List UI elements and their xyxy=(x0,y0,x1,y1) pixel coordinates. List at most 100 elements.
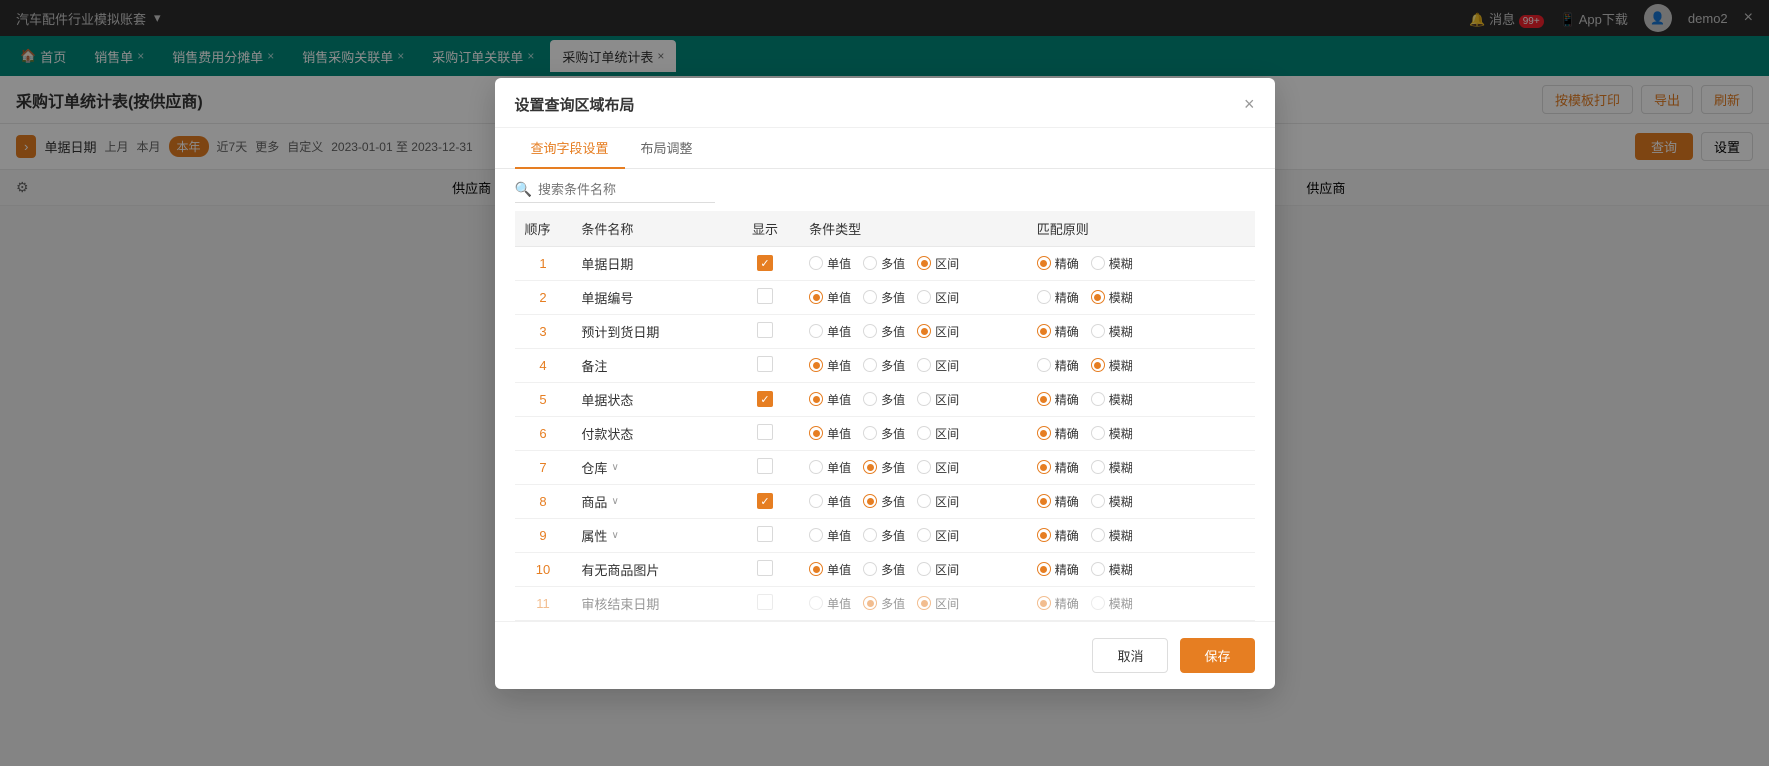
cell-display-7[interactable] xyxy=(731,484,799,518)
radio-fuzzy[interactable]: 模糊 xyxy=(1091,493,1133,510)
radio-range[interactable]: 区间 xyxy=(917,527,959,544)
checkbox-display-7[interactable] xyxy=(757,493,773,509)
radio-range-circle xyxy=(917,290,931,304)
radio-exact[interactable]: 精确 xyxy=(1037,323,1079,340)
radio-single[interactable]: 单值 xyxy=(809,527,851,544)
radio-multi[interactable]: 多值 xyxy=(863,323,905,340)
radio-multi-circle xyxy=(863,562,877,576)
radio-exact[interactable]: 精确 xyxy=(1037,425,1079,442)
radio-exact[interactable]: 精确 xyxy=(1037,459,1079,476)
radio-single[interactable]: 单值 xyxy=(809,391,851,408)
radio-range[interactable]: 区间 xyxy=(917,425,959,442)
modal-tab-query-fields[interactable]: 查询字段设置 xyxy=(515,128,625,169)
radio-fuzzy-label: 模糊 xyxy=(1109,561,1133,578)
radio-single[interactable]: 单值 xyxy=(809,255,851,272)
save-button[interactable]: 保存 xyxy=(1180,638,1254,673)
radio-range[interactable]: 区间 xyxy=(917,357,959,374)
checkbox-display-0[interactable] xyxy=(757,255,773,271)
radio-multi-circle xyxy=(863,358,877,372)
cell-display-10[interactable] xyxy=(731,586,799,620)
radio-multi[interactable]: 多值 xyxy=(863,391,905,408)
radio-multi[interactable]: 多值 xyxy=(863,527,905,544)
radio-exact[interactable]: 精确 xyxy=(1037,289,1079,306)
checkbox-display-2[interactable] xyxy=(757,322,773,338)
radio-single[interactable]: 单值 xyxy=(809,459,851,476)
radio-single[interactable]: 单值 xyxy=(809,289,851,306)
radio-exact[interactable]: 精确 xyxy=(1037,493,1079,510)
radio-multi[interactable]: 多值 xyxy=(863,357,905,374)
radio-range[interactable]: 区间 xyxy=(917,493,959,510)
cell-display-9[interactable] xyxy=(731,552,799,586)
cell-display-6[interactable] xyxy=(731,450,799,484)
radio-fuzzy[interactable]: 模糊 xyxy=(1091,357,1133,374)
radio-multi[interactable]: 多值 xyxy=(863,255,905,272)
checkbox-display-8[interactable] xyxy=(757,526,773,542)
cell-display-3[interactable] xyxy=(731,348,799,382)
radio-range[interactable]: 区间 xyxy=(917,391,959,408)
radio-single[interactable]: 单值 xyxy=(809,493,851,510)
radio-exact-circle xyxy=(1037,324,1051,338)
radio-fuzzy[interactable]: 模糊 xyxy=(1091,459,1133,476)
checkbox-display-9[interactable] xyxy=(757,560,773,576)
radio-single-circle xyxy=(809,392,823,406)
radio-multi[interactable]: 多值 xyxy=(863,595,905,612)
radio-group-rule: 精确 模糊 xyxy=(1037,459,1245,476)
cell-type-0: 单值 多值 区间 xyxy=(799,246,1027,280)
radio-fuzzy[interactable]: 模糊 xyxy=(1091,425,1133,442)
radio-fuzzy[interactable]: 模糊 xyxy=(1091,391,1133,408)
modal-footer: 取消 保存 xyxy=(495,621,1275,689)
radio-fuzzy[interactable]: 模糊 xyxy=(1091,595,1133,612)
checkbox-display-3[interactable] xyxy=(757,356,773,372)
radio-multi[interactable]: 多值 xyxy=(863,459,905,476)
radio-fuzzy[interactable]: 模糊 xyxy=(1091,527,1133,544)
radio-single[interactable]: 单值 xyxy=(809,595,851,612)
cancel-button[interactable]: 取消 xyxy=(1092,638,1168,673)
radio-multi[interactable]: 多值 xyxy=(863,493,905,510)
cell-order-1: 2 xyxy=(515,280,572,314)
search-input[interactable] xyxy=(538,182,698,197)
modal-tab-layout[interactable]: 布局调整 xyxy=(625,128,709,169)
radio-exact[interactable]: 精确 xyxy=(1037,561,1079,578)
radio-multi[interactable]: 多值 xyxy=(863,289,905,306)
radio-range[interactable]: 区间 xyxy=(917,289,959,306)
radio-exact[interactable]: 精确 xyxy=(1037,357,1079,374)
radio-group-type: 单值 多值 区间 xyxy=(809,561,1017,578)
radio-group-type: 单值 多值 区间 xyxy=(809,255,1017,272)
radio-exact[interactable]: 精确 xyxy=(1037,255,1079,272)
cell-display-1[interactable] xyxy=(731,280,799,314)
cell-display-5[interactable] xyxy=(731,416,799,450)
radio-fuzzy-circle xyxy=(1091,256,1105,270)
radio-fuzzy[interactable]: 模糊 xyxy=(1091,255,1133,272)
cell-display-4[interactable] xyxy=(731,382,799,416)
radio-single[interactable]: 单值 xyxy=(809,425,851,442)
cell-display-0[interactable] xyxy=(731,246,799,280)
radio-range[interactable]: 区间 xyxy=(917,323,959,340)
radio-range[interactable]: 区间 xyxy=(917,561,959,578)
checkbox-display-10[interactable] xyxy=(757,594,773,610)
radio-range[interactable]: 区间 xyxy=(917,595,959,612)
cell-display-2[interactable] xyxy=(731,314,799,348)
radio-fuzzy[interactable]: 模糊 xyxy=(1091,323,1133,340)
cell-display-8[interactable] xyxy=(731,518,799,552)
checkbox-display-5[interactable] xyxy=(757,424,773,440)
modal-search-area: 🔍 xyxy=(495,169,1275,211)
checkbox-display-1[interactable] xyxy=(757,288,773,304)
radio-single[interactable]: 单值 xyxy=(809,323,851,340)
modal-close-btn[interactable]: × xyxy=(1244,95,1255,113)
radio-fuzzy[interactable]: 模糊 xyxy=(1091,289,1133,306)
radio-single[interactable]: 单值 xyxy=(809,357,851,374)
radio-exact[interactable]: 精确 xyxy=(1037,527,1079,544)
radio-single[interactable]: 单值 xyxy=(809,561,851,578)
radio-exact[interactable]: 精确 xyxy=(1037,391,1079,408)
radio-fuzzy[interactable]: 模糊 xyxy=(1091,561,1133,578)
radio-range[interactable]: 区间 xyxy=(917,459,959,476)
checkbox-display-4[interactable] xyxy=(757,391,773,407)
checkbox-display-6[interactable] xyxy=(757,458,773,474)
radio-exact[interactable]: 精确 xyxy=(1037,595,1079,612)
cell-type-5: 单值 多值 区间 xyxy=(799,416,1027,450)
radio-multi[interactable]: 多值 xyxy=(863,561,905,578)
radio-multi[interactable]: 多值 xyxy=(863,425,905,442)
modal-overlay[interactable]: 设置查询区域布局 × 查询字段设置 布局调整 🔍 顺序 xyxy=(0,0,1769,766)
cell-rule-3: 精确 模糊 xyxy=(1027,348,1255,382)
radio-range[interactable]: 区间 xyxy=(917,255,959,272)
